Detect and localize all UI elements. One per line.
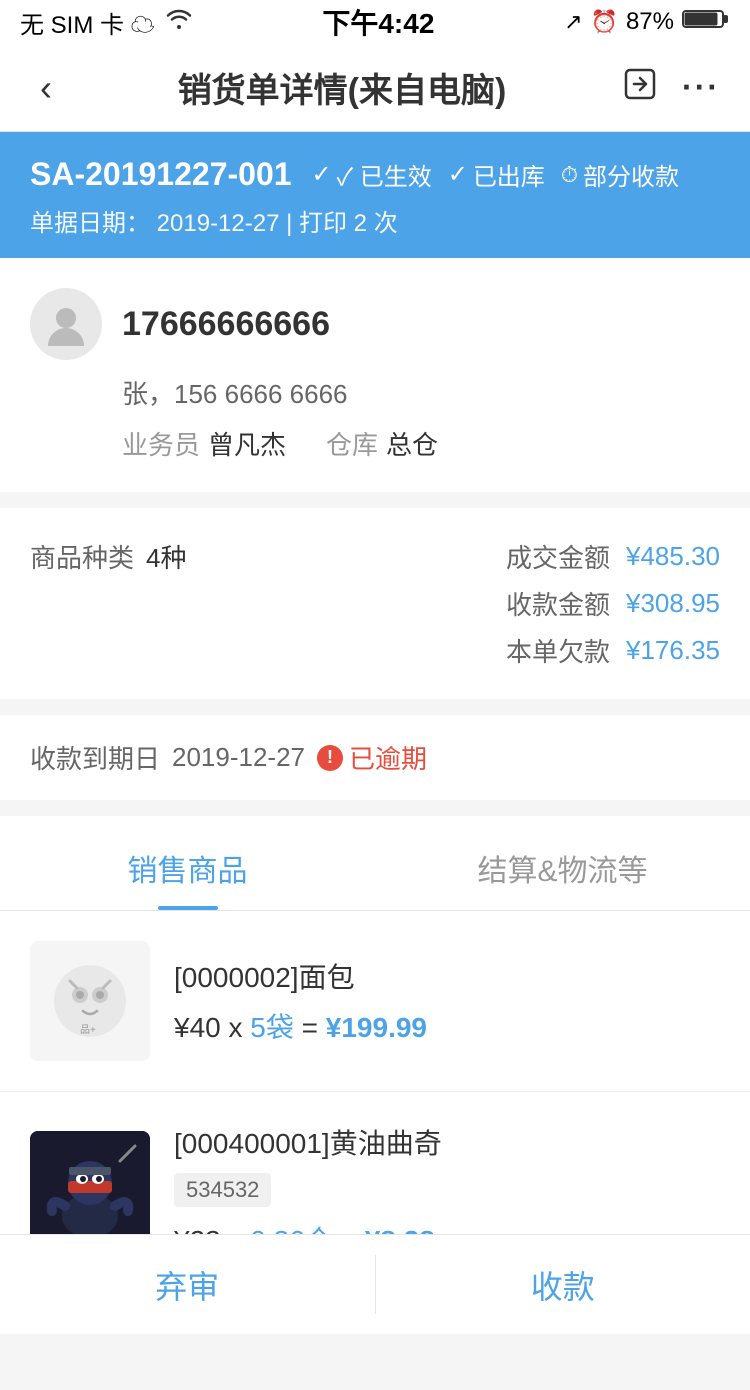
amount-value: ¥485.30 — [626, 541, 720, 572]
more-icon[interactable]: ··· — [682, 69, 720, 106]
overdue-badge: ! 已逾期 — [317, 739, 427, 776]
check-icon-2: ✓ — [448, 160, 468, 189]
clock-icon: ⏱ — [561, 162, 578, 188]
amount-label: 成交金额 — [506, 538, 610, 575]
badge-shipped: ✓ 已出库 — [448, 157, 545, 192]
order-id: SA-20191227-001 — [30, 156, 292, 193]
battery-text: 87% — [626, 8, 674, 36]
warehouse-value: 总仓 — [386, 425, 438, 462]
salesperson-value: 曾凡杰 — [208, 425, 286, 462]
table-row: 品+ [0000002]面包 ¥40 x 5袋 = ¥199.99 — [0, 911, 750, 1092]
product-info-1: [0000002]面包 ¥40 x 5袋 = ¥199.99 — [174, 956, 720, 1046]
tab-settlement[interactable]: 结算&物流等 — [375, 816, 750, 910]
check-icon-1: ✓ — [312, 160, 332, 189]
location-icon: ↗ — [564, 9, 582, 35]
product-name-2: [000400001]黄油曲奇 — [174, 1122, 720, 1162]
customer-meta: 业务员 曾凡杰 仓库 总仓 — [122, 425, 720, 462]
status-time: 下午4:42 — [322, 2, 434, 42]
cancel-button[interactable]: 弃审 — [0, 1235, 375, 1334]
order-badges: ✓ ✓ 已生效 ✓ 已出库 ⏱ 部分收款 — [312, 157, 679, 192]
debt-value: ¥176.35 — [626, 635, 720, 666]
badge-partial: ⏱ 部分收款 — [561, 157, 679, 192]
overdue-text: 已逾期 — [349, 739, 427, 776]
tabs-section: 销售商品 结算&物流等 — [0, 816, 750, 911]
multiply-icon-1: x — [229, 1012, 251, 1043]
status-bar: 无 SIM 卡 ☁ 下午4:42 ↗ ⏰ 87% — [0, 0, 750, 44]
salesperson-label: 业务员 — [122, 425, 200, 462]
unit-price-1: ¥40 — [174, 1012, 221, 1043]
received-value: ¥308.95 — [626, 588, 720, 619]
debt-label: 本单欠款 — [506, 632, 610, 669]
amount-row: 成交金额 ¥485.30 — [506, 538, 720, 575]
status-right: ↗ ⏰ 87% — [564, 7, 730, 38]
product-total-1: ¥199.99 — [326, 1012, 427, 1043]
overdue-icon: ! — [317, 745, 343, 771]
share-icon[interactable] — [622, 66, 658, 110]
product-price-1: ¥40 x 5袋 = ¥199.99 — [174, 1006, 720, 1046]
status-left: 无 SIM 卡 ☁ — [20, 5, 193, 40]
alarm-icon: ⏰ — [591, 9, 618, 35]
customer-info: 张，156 6666 6666 — [122, 374, 720, 411]
product-type-value: 4种 — [146, 538, 186, 575]
nav-bar: ‹ 销货单详情(来自电脑) ··· — [0, 44, 750, 132]
order-date: 单据日期： 2019-12-27 | 打印 2 次 — [30, 203, 720, 238]
avatar — [30, 288, 102, 360]
due-date-label: 收款到期日 — [30, 739, 160, 776]
tab-products[interactable]: 销售商品 — [0, 816, 375, 910]
product-type-label: 商品种类 — [30, 538, 134, 575]
product-qty-1: 5袋 — [250, 1012, 294, 1043]
wifi-icon — [165, 8, 193, 36]
summary-left: 商品种类 4种 — [30, 538, 186, 575]
badge-effective: ✓ ✓ 已生效 — [312, 157, 432, 192]
customer-phone: 17666666666 — [122, 305, 330, 344]
due-date-section: 收款到期日 2019-12-27 ! 已逾期 — [0, 715, 750, 800]
summary-section: 商品种类 4种 成交金额 ¥485.30 收款金额 ¥308.95 本单欠款 ¥… — [0, 508, 750, 699]
product-type-item: 商品种类 4种 — [30, 538, 186, 575]
bottom-bar: 弃审 收款 — [0, 1234, 750, 1334]
page-title: 销货单详情(来自电脑) — [178, 63, 507, 112]
back-button[interactable]: ‹ — [30, 57, 62, 119]
customer-section: 17666666666 张，156 6666 6666 业务员 曾凡杰 仓库 总… — [0, 258, 750, 492]
product-sku-2: 534532 — [174, 1173, 271, 1207]
summary-right: 成交金额 ¥485.30 收款金额 ¥308.95 本单欠款 ¥176.35 — [506, 538, 720, 669]
sim-label: 无 SIM 卡 ☁ — [20, 5, 155, 40]
warehouse-item: 仓库 总仓 — [326, 425, 438, 462]
product-thumbnail-2 — [30, 1131, 150, 1251]
nav-actions: ··· — [622, 66, 720, 110]
customer-top: 17666666666 — [30, 288, 720, 360]
received-label: 收款金额 — [506, 585, 610, 622]
battery-icon — [682, 7, 730, 38]
debt-row: 本单欠款 ¥176.35 — [506, 632, 720, 669]
equals-icon-1: = — [302, 1012, 326, 1043]
warehouse-label: 仓库 — [326, 425, 378, 462]
salesperson-item: 业务员 曾凡杰 — [122, 425, 286, 462]
order-header: SA-20191227-001 ✓ ✓ 已生效 ✓ 已出库 ⏱ 部分收款 单据日… — [0, 132, 750, 258]
svg-text:品+: 品+ — [80, 1024, 96, 1036]
confirm-button[interactable]: 收款 — [376, 1235, 750, 1334]
product-thumbnail-1: 品+ — [30, 941, 150, 1061]
due-date-value: 2019-12-27 — [172, 742, 305, 773]
product-name-1: [0000002]面包 — [174, 956, 720, 996]
received-row: 收款金额 ¥308.95 — [506, 585, 720, 622]
